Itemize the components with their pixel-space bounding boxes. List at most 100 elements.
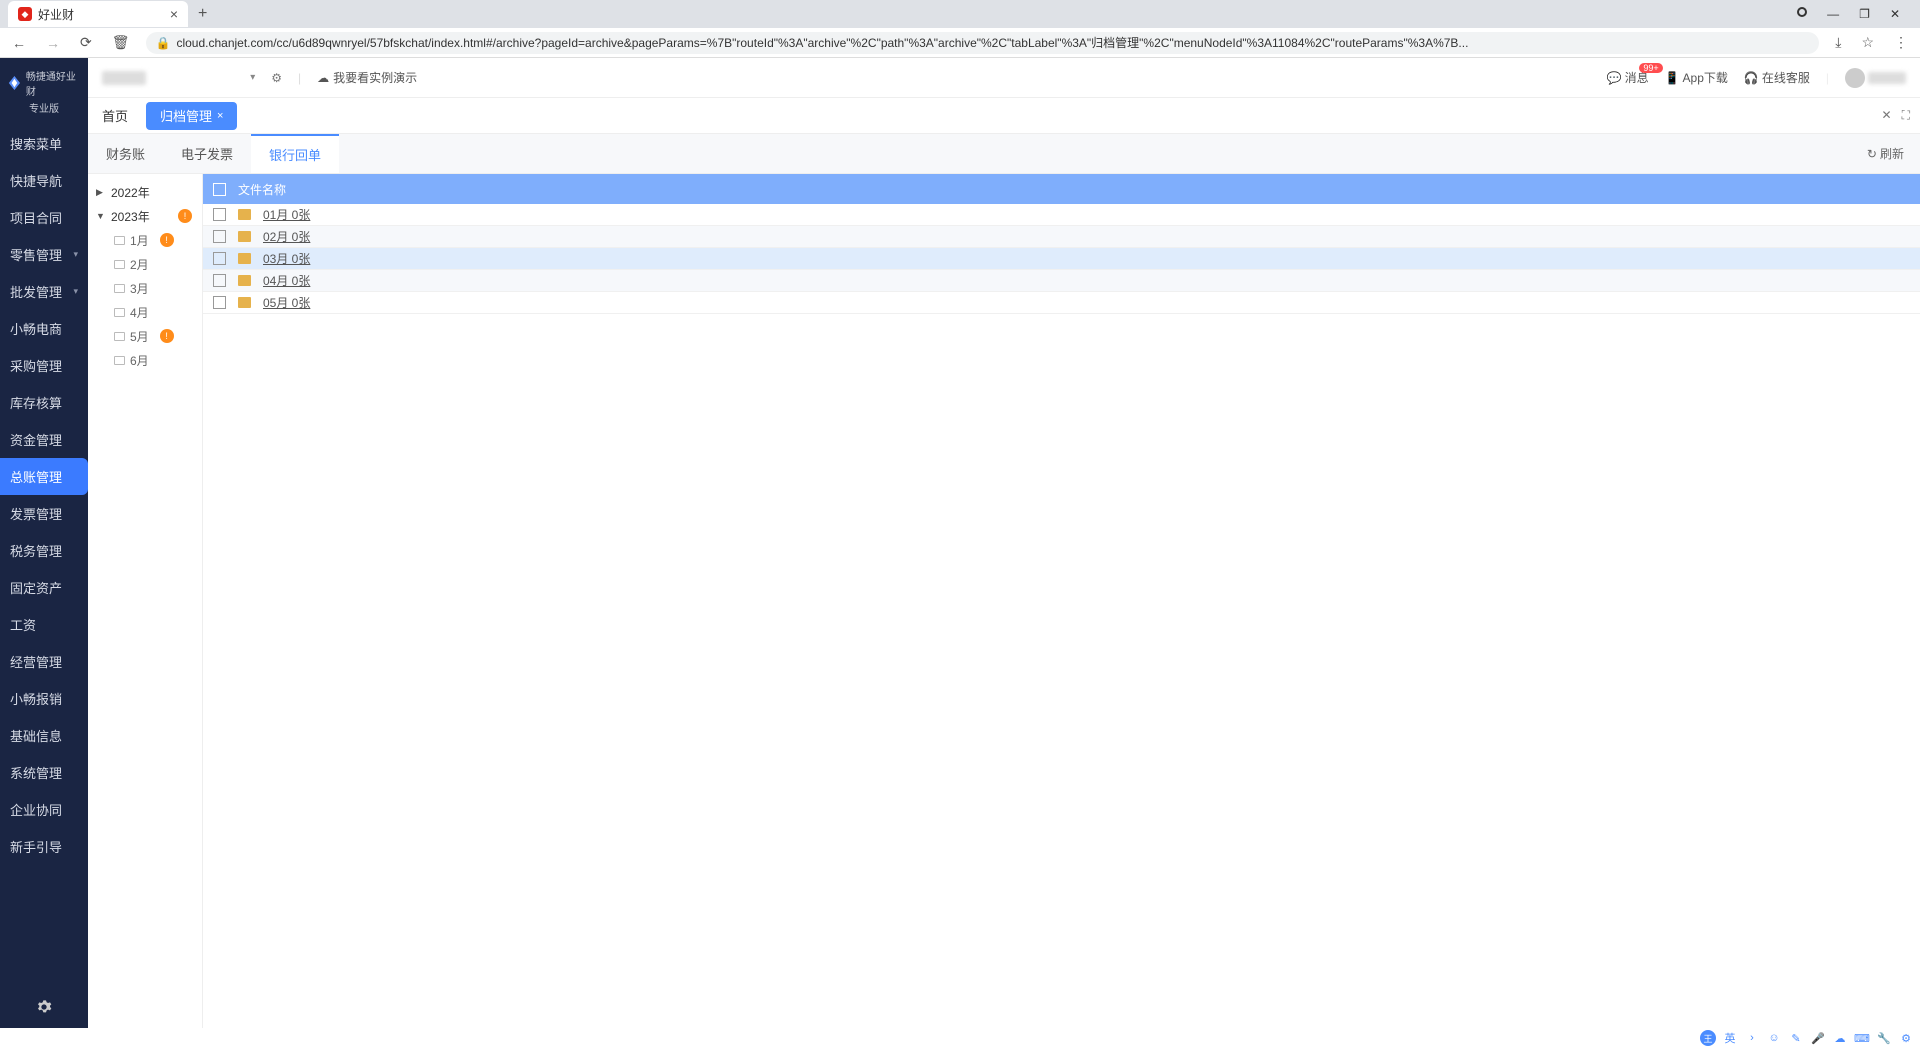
ime-icon[interactable]: 王 <box>1700 1030 1716 1046</box>
app-download-button[interactable]: 📱 App下载 <box>1665 69 1728 86</box>
file-link[interactable]: 04月 0张 <box>263 272 310 289</box>
tab-close-icon[interactable]: × <box>170 6 178 22</box>
tree-label: 2022年 <box>111 184 150 201</box>
nav-back-icon[interactable]: ← <box>8 35 30 51</box>
browser-tab-active[interactable]: ◆ 好业财 × <box>8 1 188 27</box>
sidebar-item-0[interactable]: 搜索菜单 <box>0 125 88 162</box>
ime-emoji-icon[interactable]: ☺ <box>1766 1030 1782 1046</box>
sidebar-item-14[interactable]: 经营管理 <box>0 643 88 680</box>
nav-forward-icon[interactable]: → <box>42 35 64 51</box>
table-row[interactable]: 05月 0张 <box>203 292 1920 314</box>
ime-mic-icon[interactable]: 🎤 <box>1810 1030 1826 1046</box>
sub-tab-finance[interactable]: 财务账 <box>88 135 163 172</box>
sub-tab-einvoice[interactable]: 电子发票 <box>163 135 251 172</box>
ime-settings-icon[interactable]: ⚙ <box>1898 1030 1914 1046</box>
row-checkbox[interactable] <box>213 208 226 221</box>
row-checkbox[interactable] <box>213 296 226 309</box>
alert-badge-icon: ! <box>160 233 174 247</box>
page-tab-home[interactable]: 首页 <box>88 98 142 134</box>
row-checkbox[interactable] <box>213 252 226 265</box>
sidebar-item-5[interactable]: 小畅电商 <box>0 310 88 347</box>
tree-label: 2023年 <box>111 208 150 225</box>
sidebar-item-3[interactable]: 零售管理▾ <box>0 236 88 273</box>
sidebar-item-19[interactable]: 新手引导 <box>0 828 88 865</box>
tree-month-2[interactable]: 3月 <box>88 276 202 300</box>
sidebar-settings-button[interactable] <box>0 989 88 1028</box>
new-tab-button[interactable]: + <box>198 5 207 23</box>
org-settings-icon[interactable]: ⚙ <box>271 71 282 85</box>
sidebar-item-label: 批发管理 <box>10 282 62 301</box>
sidebar-item-6[interactable]: 采购管理 <box>0 347 88 384</box>
tree-month-5[interactable]: 6月 <box>88 348 202 372</box>
table-row[interactable]: 03月 0张 <box>203 248 1920 270</box>
ime-cloud-icon[interactable]: ☁ <box>1832 1030 1848 1046</box>
messages-button[interactable]: 💬 消息 99+ <box>1607 69 1649 86</box>
sidebar-item-1[interactable]: 快捷导航 <box>0 162 88 199</box>
ime-tool-icon[interactable]: 🔧 <box>1876 1030 1892 1046</box>
window-close-icon[interactable]: ✕ <box>1890 7 1900 21</box>
sidebar-item-16[interactable]: 基础信息 <box>0 717 88 754</box>
sidebar-item-17[interactable]: 系统管理 <box>0 754 88 791</box>
table-row[interactable]: 04月 0张 <box>203 270 1920 292</box>
chat-icon: 💬 <box>1607 71 1622 85</box>
window-maximize-icon[interactable]: ❐ <box>1859 7 1870 21</box>
file-link[interactable]: 01月 0张 <box>263 206 310 223</box>
tree-month-0[interactable]: 1月! <box>88 228 202 252</box>
user-menu[interactable] <box>1845 68 1906 88</box>
sidebar-item-9[interactable]: 总账管理 <box>0 458 88 495</box>
sidebar-item-8[interactable]: 资金管理 <box>0 421 88 458</box>
sidebar-item-11[interactable]: 税务管理 <box>0 532 88 569</box>
folder-icon <box>114 260 125 269</box>
row-checkbox[interactable] <box>213 274 226 287</box>
close-icon[interactable]: × <box>217 110 223 122</box>
table-row[interactable]: 02月 0张 <box>203 226 1920 248</box>
sidebar-item-15[interactable]: 小畅报销 <box>0 680 88 717</box>
sub-tab-bank[interactable]: 银行回单 <box>251 134 339 173</box>
page-tab-label: 首页 <box>102 106 128 125</box>
sidebar-item-10[interactable]: 发票管理 <box>0 495 88 532</box>
refresh-label: 刷新 <box>1880 145 1904 162</box>
refresh-button[interactable]: ↻ 刷新 <box>1867 145 1920 162</box>
ime-lang[interactable]: 英 <box>1722 1030 1738 1046</box>
file-link[interactable]: 03月 0张 <box>263 250 310 267</box>
install-app-icon[interactable]: ⤓ <box>1831 34 1845 51</box>
select-all-checkbox[interactable] <box>213 183 226 196</box>
tree-month-4[interactable]: 5月! <box>88 324 202 348</box>
tree-month-1[interactable]: 2月 <box>88 252 202 276</box>
sidebar-item-4[interactable]: 批发管理▾ <box>0 273 88 310</box>
window-minimize-icon[interactable]: — <box>1827 7 1839 21</box>
page-tab-archive[interactable]: 归档管理 × <box>146 102 237 130</box>
support-button[interactable]: 🎧 在线客服 <box>1744 69 1810 86</box>
ime-keyboard-icon[interactable]: ⌨ <box>1854 1030 1870 1046</box>
url-text: cloud.chanjet.com/cc/u6d89qwnryel/57bfsk… <box>176 34 1468 51</box>
ime-edit-icon[interactable]: ✎ <box>1788 1030 1804 1046</box>
sidebar-item-7[interactable]: 库存核算 <box>0 384 88 421</box>
fullscreen-icon[interactable]: ⛶ <box>1902 108 1910 123</box>
nav-trash-icon[interactable]: 🗑 <box>108 34 134 51</box>
ime-punct-icon[interactable]: › <box>1744 1030 1760 1046</box>
address-bar[interactable]: 🔒 cloud.chanjet.com/cc/u6d89qwnryel/57bf… <box>146 32 1820 54</box>
sidebar-item-12[interactable]: 固定资产 <box>0 569 88 606</box>
tree-month-3[interactable]: 4月 <box>88 300 202 324</box>
account-icon[interactable] <box>1797 7 1807 17</box>
sidebar-item-18[interactable]: 企业协同 <box>0 791 88 828</box>
demo-link[interactable]: ☁ 我要看实例演示 <box>317 69 417 86</box>
tree-node-2022[interactable]: ▶ 2022年 <box>88 180 202 204</box>
nav-reload-icon[interactable]: ⟳ <box>76 34 96 51</box>
file-link[interactable]: 05月 0张 <box>263 294 310 311</box>
sidebar-item-label: 资金管理 <box>10 430 62 449</box>
org-selector[interactable]: ▾ ⚙ <box>102 71 282 85</box>
chevron-down-icon: ▾ <box>250 72 255 83</box>
row-checkbox[interactable] <box>213 230 226 243</box>
top-header: ▾ ⚙ | ☁ 我要看实例演示 💬 消息 99+ 📱 App下载 🎧 <box>88 58 1920 98</box>
sidebar-item-2[interactable]: 项目合同 <box>0 199 88 236</box>
sidebar-item-13[interactable]: 工资 <box>0 606 88 643</box>
star-icon[interactable]: ☆ <box>1857 34 1878 51</box>
file-link[interactable]: 02月 0张 <box>263 228 310 245</box>
close-all-tabs-icon[interactable]: ✕ <box>1882 108 1892 123</box>
mobile-icon: 📱 <box>1665 71 1680 85</box>
tree-node-2023[interactable]: ▼ 2023年 ! <box>88 204 202 228</box>
divider: | <box>1826 71 1829 85</box>
table-row[interactable]: 01月 0张 <box>203 204 1920 226</box>
menu-kebab-icon[interactable]: ⋮ <box>1890 34 1912 51</box>
